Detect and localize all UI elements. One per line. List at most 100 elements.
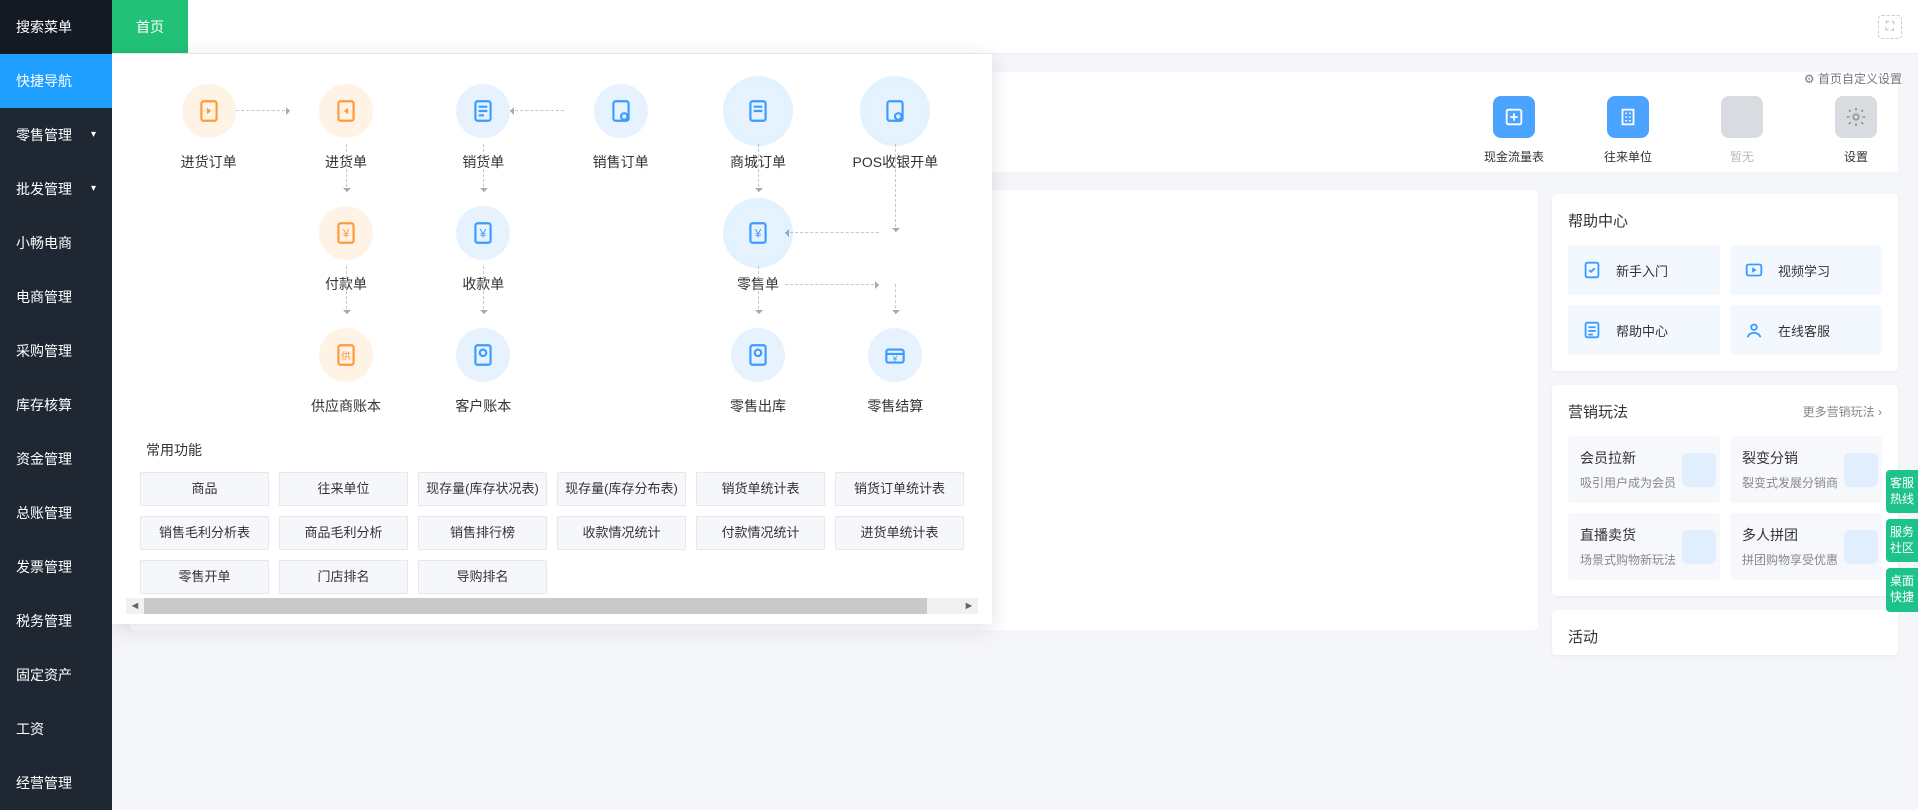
common-fn-button[interactable]: 往来单位 (279, 472, 408, 506)
marketing-item[interactable]: 裂变分销裂变式发展分销商 (1730, 436, 1882, 503)
flow-arrow (346, 144, 347, 192)
pay-icon: ¥ (319, 206, 373, 260)
pos-icon (868, 84, 922, 138)
sidebar-item-ecommerce[interactable]: 电商管理 (0, 270, 112, 324)
scroll-left-button[interactable]: ◄ (126, 598, 144, 614)
purchase-icon (319, 84, 373, 138)
marketing-card: 营销玩法 更多营销玩法 › 会员拉新吸引用户成为会员裂变分销裂变式发展分销商直播… (1552, 385, 1898, 596)
flow-arrow (785, 232, 879, 233)
sidebar-item-operation[interactable]: 经营管理 (0, 756, 112, 810)
sidebar-item-funds[interactable]: 资金管理 (0, 432, 112, 486)
common-fn-button[interactable]: 销货单统计表 (696, 472, 825, 506)
sidebar-item-search[interactable]: 搜索菜单 (0, 0, 112, 54)
order-in-icon (182, 84, 236, 138)
gear-icon (1835, 96, 1877, 138)
fullscreen-button[interactable]: ⛶ (1878, 15, 1902, 39)
common-fn-button[interactable]: 商品毛利分析 (279, 516, 408, 550)
marketing-item[interactable]: 直播卖货场景式购物新玩法 (1568, 513, 1720, 580)
common-fn-button[interactable]: 付款情况统计 (696, 516, 825, 550)
help-item-label: 新手入门 (1616, 261, 1668, 280)
shortcut-settings[interactable]: 设置 (1824, 96, 1888, 165)
flow-diagram: 进货订单 进货单 销货单 销售订单 商城订单 POS收银开单 ¥ 付款单 (140, 84, 964, 416)
common-fn-button[interactable]: 销售排行榜 (418, 516, 547, 550)
sidebar-item-purchase[interactable]: 采购管理 (0, 324, 112, 378)
common-fn-button[interactable]: 零售开单 (140, 560, 269, 594)
card-title: 活动 (1568, 626, 1598, 647)
scrollbar-thumb[interactable] (144, 598, 927, 614)
scrollbar-track[interactable] (144, 598, 960, 614)
common-functions-grid: 商品往来单位现存量(库存状况表) 现存量(库存分布表) 销货单统计表销货订单统计表销… (140, 472, 964, 594)
help-item[interactable]: 视频学习 (1730, 245, 1882, 295)
flow-node-purchase-order[interactable]: 进货订单 (140, 84, 277, 172)
common-fn-button[interactable]: 商品 (140, 472, 269, 506)
fullscreen-icon: ⛶ (1886, 19, 1894, 34)
supplier-ledger-icon: 供 (319, 328, 373, 382)
common-fn-button[interactable]: 销售毛利分析表 (140, 516, 269, 550)
marketing-item[interactable]: 会员拉新吸引用户成为会员 (1568, 436, 1720, 503)
sidebar-item-salary[interactable]: 工资 (0, 702, 112, 756)
gear-icon: ⚙ (1804, 72, 1815, 86)
sidebar-item-wholesale[interactable]: 批发管理▾ (0, 162, 112, 216)
common-fn-button[interactable]: 销货订单统计表 (835, 472, 964, 506)
sidebar-item-invoice[interactable]: 发票管理 (0, 540, 112, 594)
common-fn-button[interactable]: 收款情况统计 (557, 516, 686, 550)
help-center-card: 帮助中心 新手入门视频学习帮助中心在线客服 (1552, 194, 1898, 371)
flow-node-supplier-ledger[interactable]: 供 供应商账本 (277, 328, 414, 416)
card-title: 营销玩法 (1568, 401, 1628, 422)
support-icon (1742, 318, 1766, 342)
sidebar-item-retail[interactable]: 零售管理▾ (0, 108, 112, 162)
homepage-customize-link[interactable]: ⚙ 首页自定义设置 (1804, 70, 1902, 87)
help-item[interactable]: 帮助中心 (1568, 305, 1720, 355)
flow-node-retail-out[interactable]: 零售出库 (689, 328, 826, 416)
float-tag-community[interactable]: 服务社区 (1886, 519, 1918, 562)
common-fn-button[interactable]: 门店排名 (279, 560, 408, 594)
shortcut-contacts[interactable]: 往来单位 (1596, 96, 1660, 165)
decoration-icon (1844, 453, 1878, 487)
float-tag-hotline[interactable]: 客服热线 (1886, 470, 1918, 513)
scroll-right-button[interactable]: ► (960, 598, 978, 614)
building-icon (1607, 96, 1649, 138)
sidebar-item-ledger[interactable]: 总账管理 (0, 486, 112, 540)
flow-node-customer-ledger[interactable]: 客户账本 (415, 328, 552, 416)
activity-card: 活动 (1552, 610, 1898, 655)
flow-arrow (758, 144, 759, 192)
sidebar-item-quicknav[interactable]: 快捷导航 (0, 54, 112, 108)
tab-home[interactable]: 首页 (112, 0, 188, 53)
sidebar: 搜索菜单 快捷导航 零售管理▾ 批发管理▾ 小畅电商 电商管理 采购管理 库存核… (0, 0, 112, 810)
tab-bar: 首页 ⛶ (112, 0, 1918, 54)
help-item-label: 视频学习 (1778, 261, 1830, 280)
svg-text:¥: ¥ (479, 226, 487, 240)
sales-order-icon (594, 84, 648, 138)
flow-arrow (236, 110, 290, 111)
more-marketing-link[interactable]: 更多营销玩法 › (1803, 403, 1882, 420)
sidebar-item-tax[interactable]: 税务管理 (0, 594, 112, 648)
flow-arrow (483, 266, 484, 314)
horizontal-scrollbar[interactable]: ◄ ► (126, 598, 978, 614)
common-fn-button[interactable]: 进货单统计表 (835, 516, 964, 550)
flow-node-sales-order[interactable]: 销售订单 (552, 84, 689, 172)
flow-node-retail-settle[interactable]: ¥ 零售结算 (827, 328, 964, 416)
top-shortcuts-visible: 现金流量表 往来单位 暂无 设置 (1482, 96, 1888, 165)
help-item[interactable]: 新手入门 (1568, 245, 1720, 295)
sidebar-item-inventory[interactable]: 库存核算 (0, 378, 112, 432)
shortcut-cashflow[interactable]: 现金流量表 (1482, 96, 1546, 165)
shortcut-empty[interactable]: 暂无 (1710, 96, 1774, 165)
floating-helper-tags: 客服热线 服务社区 桌面快捷 (1886, 470, 1918, 612)
float-tag-desktop[interactable]: 桌面快捷 (1886, 568, 1918, 611)
mall-order-icon (731, 84, 785, 138)
decoration-icon (1844, 530, 1878, 564)
flow-arrow (895, 284, 896, 314)
flow-arrow (758, 266, 759, 314)
sidebar-item-assets[interactable]: 固定资产 (0, 648, 112, 702)
svg-text:¥: ¥ (892, 354, 898, 364)
retail-icon: ¥ (731, 206, 785, 260)
help-item-label: 在线客服 (1778, 321, 1830, 340)
flow-arrow (785, 284, 879, 285)
help-item[interactable]: 在线客服 (1730, 305, 1882, 355)
quicknav-flyout: 进货订单 进货单 销货单 销售订单 商城订单 POS收银开单 ¥ 付款单 (112, 54, 992, 624)
sidebar-item-xiaochang[interactable]: 小畅电商 (0, 216, 112, 270)
marketing-item[interactable]: 多人拼团拼团购物享受优惠 (1730, 513, 1882, 580)
common-fn-button[interactable]: 现存量(库存状况表) (418, 472, 547, 506)
common-fn-button[interactable]: 现存量(库存分布表) (557, 472, 686, 506)
common-fn-button[interactable]: 导购排名 (418, 560, 547, 594)
